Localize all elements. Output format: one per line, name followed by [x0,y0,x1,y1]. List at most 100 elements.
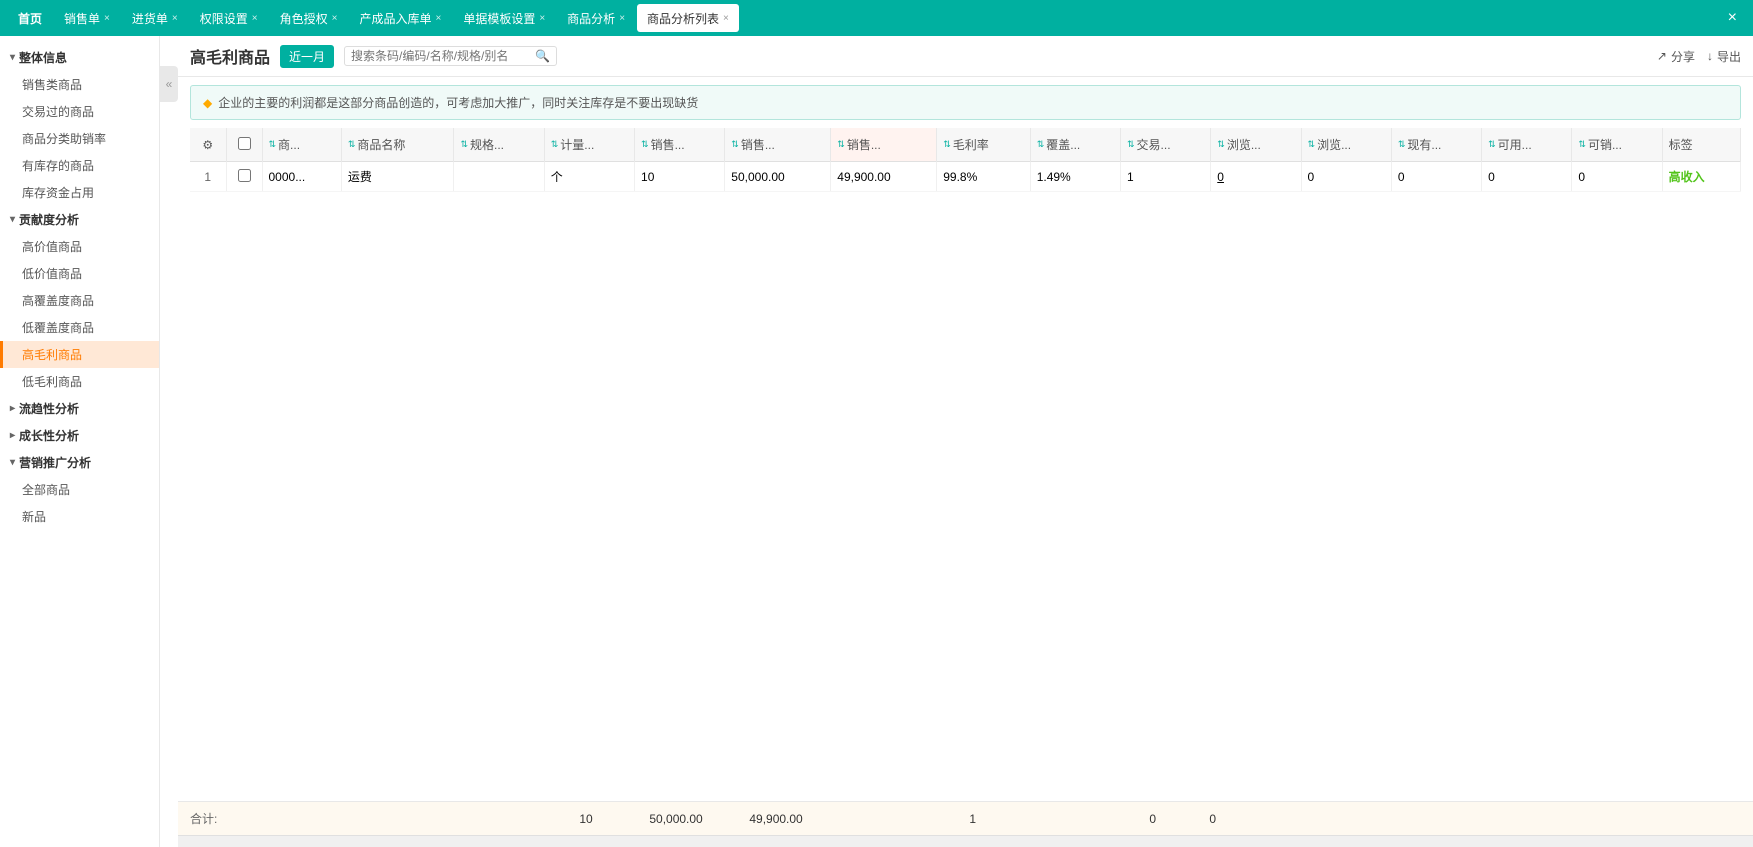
sidebar-toggle-btn[interactable]: « [160,66,178,102]
sidebar-group-growth[interactable]: ▸ 成长性分析 [0,422,159,449]
footer-transactions: 1 [969,812,1029,826]
select-all-checkbox[interactable] [238,137,251,150]
info-icon: ◆ [203,96,212,110]
sidebar-item-high-coverage[interactable]: 高覆盖度商品 [0,287,159,314]
sidebar-group-contribution[interactable]: ▾ 贡献度分析 [0,206,159,233]
cell-sales-cost: 49,900.00 [831,162,937,192]
sidebar-item-sales-goods[interactable]: 销售类商品 [0,71,159,98]
sidebar-item-traded-goods[interactable]: 交易过的商品 [0,98,159,125]
settings-icon: ⚙ [202,138,213,152]
info-banner-text: 企业的主要的利润都是这部分商品创造的，可考虑加大推广，同时关注库存是不要出现缺货 [218,94,698,111]
chevron-left-icon: « [166,77,173,91]
search-box: 🔍 [344,46,557,66]
cell-tag: 高收入 [1662,162,1740,192]
cell-views2: 0 [1301,162,1391,192]
close-role-icon[interactable]: × [332,13,338,24]
sidebar-group-trend[interactable]: ▸ 流趋性分析 [0,395,159,422]
close-analysis-icon[interactable]: × [619,13,625,24]
export-button[interactable]: ↓ 导出 [1707,48,1741,65]
nav-label-role: 角色授权 [280,10,328,27]
col-sales-amount: ⇅ 销售... [725,128,831,162]
nav-tab-analysis-list[interactable]: 商品分析列表 × [637,4,739,32]
sort-icon-unit: ⇅ [551,139,559,150]
nav-label-purchase: 进货单 [132,10,168,27]
close-product-inbound-icon[interactable]: × [435,13,441,24]
nav-tab-template[interactable]: 单据模板设置 × [453,4,555,32]
nav-tab-sales[interactable]: 销售单 × [54,4,120,32]
sidebar-item-in-stock[interactable]: 有库存的商品 [0,152,159,179]
cell-coverage: 1.49% [1030,162,1120,192]
cell-name[interactable]: 运费 [341,162,454,192]
nav-tab-product-inbound[interactable]: 产成品入库单 × [349,4,451,32]
bottom-scrollbar[interactable] [178,835,1753,847]
sidebar-group-growth-label: 成长性分析 [19,427,79,444]
col-saleable: ⇅ 可销... [1572,128,1662,162]
close-all-tabs[interactable]: × [1720,9,1745,27]
cell-index: 1 [190,162,226,192]
sidebar-item-all-goods[interactable]: 全部商品 [0,476,159,503]
footer-current-stock: 0 [1149,812,1209,826]
top-nav: 首页 销售单 × 进货单 × 权限设置 × 角色授权 × 产成品入库单 × 单据… [0,0,1753,36]
sort-icon-spec: ⇅ [460,139,468,150]
sidebar-item-new-goods[interactable]: 新品 [0,503,159,530]
share-label: 分享 [1671,48,1695,65]
table-row: 1 0000... 运费 个 10 50,000.00 49,900.00 99… [190,162,1741,192]
sidebar-group-overview-label: 整体信息 [19,49,67,66]
cell-transactions: 1 [1120,162,1210,192]
sidebar-item-high-value[interactable]: 高价值商品 [0,233,159,260]
sort-icon-transactions: ⇅ [1127,139,1135,150]
table-container: ⚙ ⇅ 商... ⇅ [178,128,1753,801]
nav-tab-home[interactable]: 首页 [8,4,52,32]
arrow-contribution: ▾ [10,214,15,225]
close-auth-icon[interactable]: × [252,13,258,24]
cell-code: 0000... [262,162,341,192]
tag-high-income: 高收入 [1669,170,1705,184]
nav-tab-purchase[interactable]: 进货单 × [122,4,188,32]
nav-label-sales: 销售单 [64,10,100,27]
sidebar-item-low-coverage[interactable]: 低覆盖度商品 [0,314,159,341]
sort-icon-sales-amount: ⇅ [731,139,739,150]
sidebar-item-low-value[interactable]: 低价值商品 [0,260,159,287]
col-settings[interactable]: ⚙ [190,128,226,162]
views1-link[interactable]: 0 [1217,170,1224,184]
sidebar-item-low-margin[interactable]: 低毛利商品 [0,368,159,395]
nav-tab-role[interactable]: 角色授权 × [270,4,348,32]
sidebar-group-marketing[interactable]: ▾ 营销推广分析 [0,449,159,476]
cell-available: 0 [1482,162,1572,192]
col-code: ⇅ 商... [262,128,341,162]
sort-icon-sales-qty: ⇅ [641,139,649,150]
filter-recent-month[interactable]: 近一月 [280,45,334,68]
sort-icon-views2: ⇅ [1308,139,1316,150]
col-checkbox[interactable] [226,128,262,162]
sidebar-item-stock-capital[interactable]: 库存资金占用 [0,179,159,206]
sidebar-item-high-margin[interactable]: 高毛利商品 [0,341,159,368]
col-spec: ⇅ 规格... [454,128,544,162]
cell-current-stock: 0 [1391,162,1481,192]
search-input[interactable] [351,49,531,63]
search-icon[interactable]: 🔍 [535,49,550,63]
sort-icon-gross-margin: ⇅ [943,139,951,150]
col-name: ⇅ 商品名称 [341,128,454,162]
row-checkbox[interactable] [238,169,251,182]
col-sales-cost: ⇅ 销售... [831,128,937,162]
col-unit: ⇅ 计量... [544,128,634,162]
sort-icon-sales-cost: ⇅ [837,139,845,150]
sidebar-item-category-rate[interactable]: 商品分类助销率 [0,125,159,152]
page-title: 高毛利商品 [190,44,270,68]
arrow-overview: ▾ [10,52,15,63]
close-template-icon[interactable]: × [539,13,545,24]
cell-views1[interactable]: 0 [1211,162,1301,192]
close-analysis-list-icon[interactable]: × [723,13,729,24]
close-sales-icon[interactable]: × [104,13,110,24]
sort-icon-name: ⇅ [348,139,356,150]
share-button[interactable]: ↗ 分享 [1657,48,1695,65]
nav-tab-analysis[interactable]: 商品分析 × [557,4,635,32]
footer-sales-cost: 49,900.00 [749,812,849,826]
sidebar-group-trend-label: 流趋性分析 [19,400,79,417]
info-banner: ◆ 企业的主要的利润都是这部分商品创造的，可考虑加大推广，同时关注库存是不要出现… [190,85,1741,120]
close-purchase-icon[interactable]: × [172,13,178,24]
cell-checkbox[interactable] [226,162,262,192]
nav-tab-auth[interactable]: 权限设置 × [190,4,268,32]
col-tag: 标签 [1662,128,1740,162]
sidebar-group-overview[interactable]: ▾ 整体信息 [0,44,159,71]
